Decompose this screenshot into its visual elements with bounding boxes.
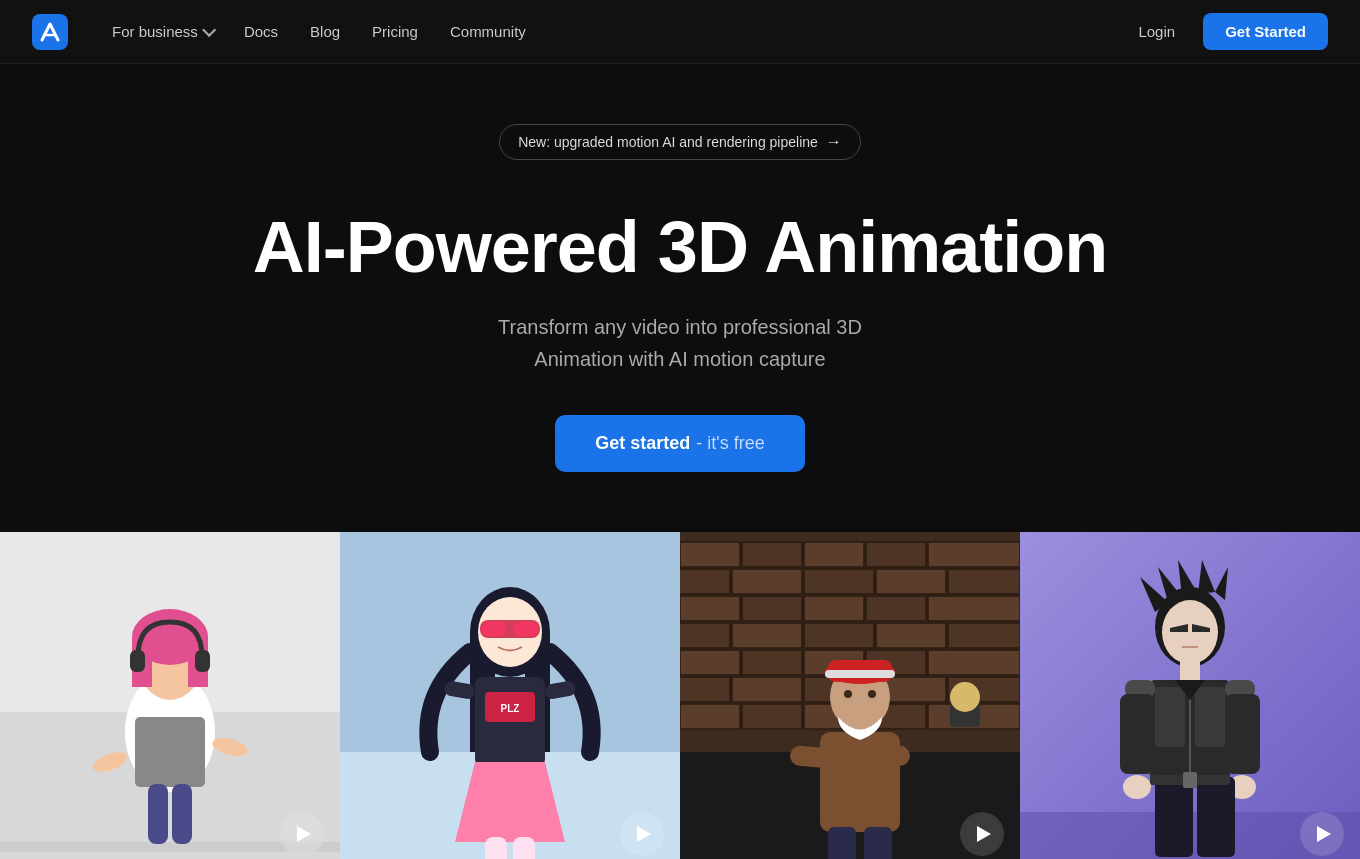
get-started-nav-button[interactable]: Get Started bbox=[1203, 13, 1328, 50]
video-card-3[interactable] bbox=[680, 532, 1020, 859]
nav-link-for-business[interactable]: For business bbox=[100, 15, 224, 48]
announcement-text: New: upgraded motion AI and rendering pi… bbox=[518, 134, 818, 150]
svg-rect-34 bbox=[680, 542, 740, 567]
video-thumb-2: PLZ bbox=[340, 532, 680, 859]
cta-sub-text: - it's free bbox=[696, 433, 764, 454]
svg-rect-95 bbox=[1225, 694, 1260, 774]
svg-rect-10 bbox=[195, 650, 210, 672]
svg-rect-36 bbox=[804, 542, 864, 567]
svg-rect-31 bbox=[513, 837, 535, 859]
play-button-4[interactable] bbox=[1300, 812, 1344, 856]
nav-link-community[interactable]: Community bbox=[438, 15, 538, 48]
svg-rect-47 bbox=[866, 596, 926, 621]
svg-rect-59 bbox=[680, 677, 730, 702]
svg-rect-45 bbox=[742, 596, 802, 621]
play-button-2[interactable] bbox=[620, 812, 664, 856]
video-card-2[interactable]: PLZ bbox=[340, 532, 680, 859]
svg-rect-51 bbox=[804, 623, 874, 648]
nav-link-docs[interactable]: Docs bbox=[232, 15, 290, 48]
svg-rect-94 bbox=[1120, 694, 1155, 774]
play-icon-1 bbox=[297, 826, 311, 842]
video-thumb-1 bbox=[0, 532, 340, 859]
svg-point-80 bbox=[868, 690, 876, 698]
svg-point-79 bbox=[844, 690, 852, 698]
svg-rect-99 bbox=[1197, 777, 1235, 857]
svg-rect-30 bbox=[485, 837, 507, 859]
nav-link-blog[interactable]: Blog bbox=[298, 15, 352, 48]
svg-rect-64 bbox=[680, 704, 740, 729]
svg-rect-38 bbox=[928, 542, 1020, 567]
hero-subtitle: Transform any video into professional 3D… bbox=[498, 311, 862, 375]
svg-rect-39 bbox=[680, 569, 730, 594]
svg-rect-40 bbox=[732, 569, 802, 594]
svg-rect-43 bbox=[948, 569, 1020, 594]
svg-rect-15 bbox=[172, 784, 192, 844]
svg-rect-35 bbox=[742, 542, 802, 567]
video-card-1[interactable] bbox=[0, 532, 340, 859]
svg-rect-82 bbox=[864, 827, 892, 859]
play-icon-2 bbox=[637, 826, 651, 842]
cta-main-text: Get started bbox=[595, 433, 690, 454]
svg-rect-87 bbox=[1180, 662, 1200, 682]
svg-rect-52 bbox=[876, 623, 946, 648]
svg-rect-58 bbox=[928, 650, 1020, 675]
svg-rect-55 bbox=[742, 650, 802, 675]
play-button-3[interactable] bbox=[960, 812, 1004, 856]
logo[interactable] bbox=[32, 14, 68, 50]
chevron-down-icon bbox=[202, 22, 216, 36]
logo-icon bbox=[32, 14, 68, 50]
svg-rect-41 bbox=[804, 569, 874, 594]
nav-links: For business Docs Blog Pricing Community bbox=[100, 15, 538, 48]
svg-rect-98 bbox=[1155, 777, 1193, 857]
svg-rect-46 bbox=[804, 596, 864, 621]
svg-rect-44 bbox=[680, 596, 740, 621]
svg-text:PLZ: PLZ bbox=[501, 703, 520, 714]
login-button[interactable]: Login bbox=[1126, 15, 1187, 48]
nav-right: Login Get Started bbox=[1126, 13, 1328, 50]
svg-rect-54 bbox=[680, 650, 740, 675]
svg-point-96 bbox=[1123, 775, 1151, 799]
svg-rect-50 bbox=[732, 623, 802, 648]
svg-rect-89 bbox=[1155, 687, 1185, 747]
video-grid: PLZ bbox=[0, 532, 1360, 859]
svg-rect-23 bbox=[482, 622, 506, 636]
svg-rect-81 bbox=[828, 827, 856, 859]
announcement-pill[interactable]: New: upgraded motion AI and rendering pi… bbox=[499, 124, 861, 160]
svg-rect-37 bbox=[866, 542, 926, 567]
play-icon-4 bbox=[1317, 826, 1331, 842]
hero-cta-button[interactable]: Get started - it's free bbox=[555, 415, 804, 472]
svg-rect-14 bbox=[148, 784, 168, 844]
play-icon-3 bbox=[977, 826, 991, 842]
svg-rect-90 bbox=[1195, 687, 1225, 747]
svg-rect-60 bbox=[732, 677, 802, 702]
svg-point-71 bbox=[950, 682, 980, 712]
video-card-4[interactable] bbox=[1020, 532, 1360, 859]
hero-title: AI-Powered 3D Animation bbox=[253, 208, 1107, 287]
hero-section: New: upgraded motion AI and rendering pi… bbox=[0, 64, 1360, 522]
svg-rect-9 bbox=[130, 650, 145, 672]
svg-rect-42 bbox=[876, 569, 946, 594]
svg-rect-48 bbox=[928, 596, 1020, 621]
video-thumb-3 bbox=[680, 532, 1020, 859]
svg-rect-24 bbox=[514, 622, 538, 636]
navbar: For business Docs Blog Pricing Community… bbox=[0, 0, 1360, 64]
svg-rect-11 bbox=[135, 717, 205, 787]
arrow-right-icon: → bbox=[826, 133, 842, 151]
svg-rect-78 bbox=[825, 670, 895, 678]
svg-rect-101 bbox=[1183, 772, 1197, 788]
svg-rect-65 bbox=[742, 704, 802, 729]
svg-rect-0 bbox=[32, 14, 68, 50]
nav-left: For business Docs Blog Pricing Community bbox=[32, 14, 538, 50]
svg-rect-49 bbox=[680, 623, 730, 648]
nav-link-pricing[interactable]: Pricing bbox=[360, 15, 430, 48]
svg-rect-53 bbox=[948, 623, 1020, 648]
play-button-1[interactable] bbox=[280, 812, 324, 856]
video-thumb-4 bbox=[1020, 532, 1360, 859]
